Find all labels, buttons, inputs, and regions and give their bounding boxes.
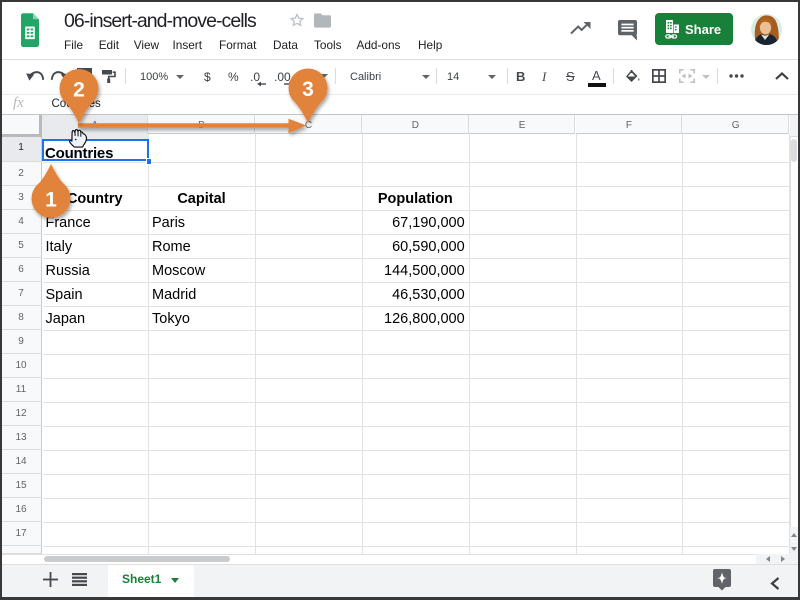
svg-text:1: 1 [45, 189, 57, 212]
svg-text:3: 3 [302, 78, 314, 101]
svg-text:2: 2 [73, 79, 85, 102]
